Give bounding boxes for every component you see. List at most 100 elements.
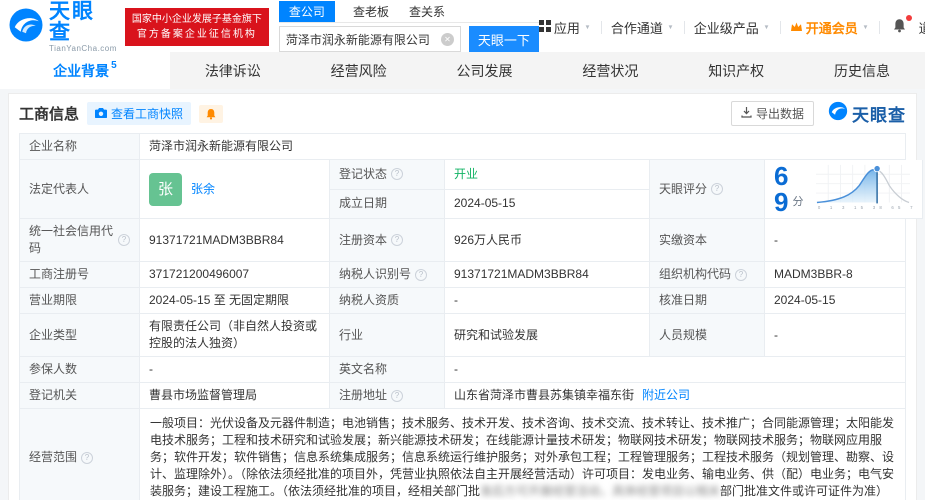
camera-icon xyxy=(95,107,108,121)
chevron-down-icon xyxy=(583,22,592,32)
tianyancha-logo[interactable]: 天眼查 TianYanCha.com xyxy=(8,1,117,53)
tab-company-background[interactable]: 企业背景 5 xyxy=(0,52,170,89)
credit-code-label: 统一社会信用代码 xyxy=(20,219,140,262)
reg-authority-label: 登记机关 xyxy=(20,383,140,409)
insured-count-value: - xyxy=(140,357,330,383)
table-row: 经营范围 一般项目：光伏设备及元器件制造；电池销售；技术服务、技术开发、技术咨询… xyxy=(20,409,906,500)
card-header: 工商信息 查看工商快照 导出数据 天眼查 xyxy=(9,94,916,133)
search-input[interactable] xyxy=(285,32,441,46)
score-value: 69 分 0 1 3 15 38 65 xyxy=(765,160,925,219)
table-row: 企业类型 有限责任公司（非自然人投资或控股的法人独资） 行业 研究和试验发展 人… xyxy=(20,314,906,357)
company-type-label: 企业类型 xyxy=(20,314,140,357)
export-data-button[interactable]: 导出数据 xyxy=(730,101,814,126)
reg-capital-value: 926万人民币 xyxy=(445,219,650,262)
nav-enterprise-products[interactable]: 企业级产品 xyxy=(694,18,771,37)
help-icon[interactable] xyxy=(711,183,724,195)
search-tab-company[interactable]: 查公司 xyxy=(278,1,335,22)
search-block: 查公司 查老板 查关系 天眼一下 xyxy=(278,1,539,52)
score-distribution-chart[interactable]: 0 1 3 15 38 65 77 99 100 xyxy=(813,163,925,215)
legal-rep-label: 法定代表人 xyxy=(20,160,140,219)
help-icon[interactable] xyxy=(118,234,130,246)
tab-company-development[interactable]: 公司发展 xyxy=(422,52,548,89)
legal-rep-avatar[interactable]: 张 xyxy=(149,172,182,206)
score-number: 69 xyxy=(774,161,789,217)
staff-size-label: 人员规模 xyxy=(650,314,765,357)
table-row: 参保人数 - 英文名称 - xyxy=(20,357,906,383)
section-title: 工商信息 xyxy=(19,106,80,123)
nav-apps[interactable]: 应用 xyxy=(538,18,592,37)
table-row: 企业名称 菏泽市润永新能源有限公司 xyxy=(20,134,906,160)
apps-grid-icon xyxy=(538,19,551,35)
nav-divider xyxy=(878,20,880,34)
redacted-text: 准后方可开展经营活动，具体经营项目以相关 xyxy=(480,484,721,498)
clear-search-icon[interactable] xyxy=(440,32,454,46)
search-input-wrap xyxy=(278,26,461,52)
help-icon[interactable] xyxy=(415,268,428,281)
industry-label: 行业 xyxy=(330,314,445,357)
chevron-down-icon xyxy=(861,22,870,32)
approval-date-label: 核准日期 xyxy=(650,288,765,314)
tianyancha-logo-icon xyxy=(828,101,848,126)
tianyancha-watermark: 天眼查 xyxy=(828,101,906,126)
company-name-label: 企业名称 xyxy=(20,134,140,160)
reg-address-label: 注册地址 xyxy=(330,383,445,409)
search-tabs: 查公司 查老板 查关系 xyxy=(278,1,539,23)
table-row: 统一社会信用代码 91371721MADM3BBR84 注册资本 926万人民币… xyxy=(20,219,906,262)
approval-date-value: 2024-05-15 xyxy=(765,288,906,314)
reg-status-value: 开业 xyxy=(445,160,650,190)
monitor-bell-button[interactable] xyxy=(199,104,224,123)
search-tab-boss[interactable]: 查老板 xyxy=(351,1,391,22)
search-button[interactable]: 天眼一下 xyxy=(468,26,539,52)
tianyancha-logo-icon xyxy=(8,7,44,48)
taxpayer-id-label: 纳税人识别号 xyxy=(330,262,445,288)
score-axis-labels: 0 1 3 15 38 65 77 99 100 xyxy=(818,205,913,210)
nav-user-menu[interactable]: 道济 xyxy=(919,18,925,37)
main-content: 工商信息 查看工商快照 导出数据 天眼查 企业名称 菏泽市润永新能源有限公司 法… xyxy=(0,89,925,500)
brand-name: 天眼查 xyxy=(49,0,95,44)
help-icon[interactable] xyxy=(391,389,404,402)
download-icon xyxy=(741,106,752,121)
paid-capital-label: 实缴资本 xyxy=(650,219,765,262)
legal-rep-name-link[interactable]: 张余 xyxy=(191,181,215,198)
crown-icon xyxy=(790,20,803,35)
help-icon[interactable] xyxy=(391,168,404,181)
tab-legal-proceedings[interactable]: 法律诉讼 xyxy=(170,52,296,89)
search-tab-relation[interactable]: 查关系 xyxy=(407,1,447,22)
notification-red-dot xyxy=(905,15,912,21)
tab-history-info[interactable]: 历史信息 xyxy=(799,52,925,89)
chevron-down-icon xyxy=(666,22,675,32)
status-date-stack: 登记状态 开业 成立日期 2024-05-15 xyxy=(330,160,650,219)
view-snapshot-button[interactable]: 查看工商快照 xyxy=(87,102,192,125)
help-icon[interactable] xyxy=(391,234,404,246)
tab-count-badge: 5 xyxy=(111,60,117,71)
tab-operating-status[interactable]: 经营状况 xyxy=(547,52,673,89)
nav-vip-membership[interactable]: 开通会员 xyxy=(790,18,870,37)
help-icon[interactable] xyxy=(735,268,748,281)
score-label: 天眼评分 xyxy=(650,160,765,219)
company-name-value: 菏泽市润永新能源有限公司 xyxy=(140,134,906,160)
nearby-companies-link[interactable]: 附近公司 xyxy=(642,387,690,404)
taxpayer-id-value: 91371721MADM3BBR84 xyxy=(445,262,650,288)
business-scope-value: 一般项目：光伏设备及元器件制造；电池销售；技术服务、技术开发、技术咨询、技术交流… xyxy=(140,409,906,500)
nav-divider xyxy=(683,20,685,34)
tab-operating-risk[interactable]: 经营风险 xyxy=(296,52,422,89)
username: 道济 xyxy=(919,18,925,37)
credit-code-value: 91371721MADM3BBR84 xyxy=(140,219,330,262)
table-row: 工商注册号 371721200496007 纳税人识别号 91371721MAD… xyxy=(20,262,906,288)
company-section-tabbar: 企业背景 5 法律诉讼 经营风险 公司发展 经营状况 知识产权 历史信息 xyxy=(0,52,925,89)
business-scope-label: 经营范围 xyxy=(20,409,140,500)
notification-bell-icon[interactable] xyxy=(889,15,912,38)
org-code-label: 组织机构代码 xyxy=(650,262,765,288)
tab-intellectual-property[interactable]: 知识产权 xyxy=(673,52,799,89)
reg-number-value: 371721200496007 xyxy=(140,262,330,288)
help-icon[interactable] xyxy=(81,451,94,464)
est-date-label: 成立日期 xyxy=(330,189,445,219)
biz-term-label: 营业期限 xyxy=(20,288,140,314)
org-code-value: MADM3BBR-8 xyxy=(765,262,906,288)
reg-address-value: 山东省菏泽市曹县苏集镇幸福东街 附近公司 xyxy=(445,383,906,409)
business-info-table: 企业名称 菏泽市润永新能源有限公司 法定代表人 张 张余 登记状态 开业 成立日… xyxy=(19,133,925,500)
nav-cooperation[interactable]: 合作通道 xyxy=(611,18,675,37)
reg-number-label: 工商注册号 xyxy=(20,262,140,288)
taxpayer-qual-value: - xyxy=(445,288,650,314)
business-info-card: 工商信息 查看工商快照 导出数据 天眼查 企业名称 菏泽市润永新能源有限公司 法… xyxy=(8,93,925,500)
